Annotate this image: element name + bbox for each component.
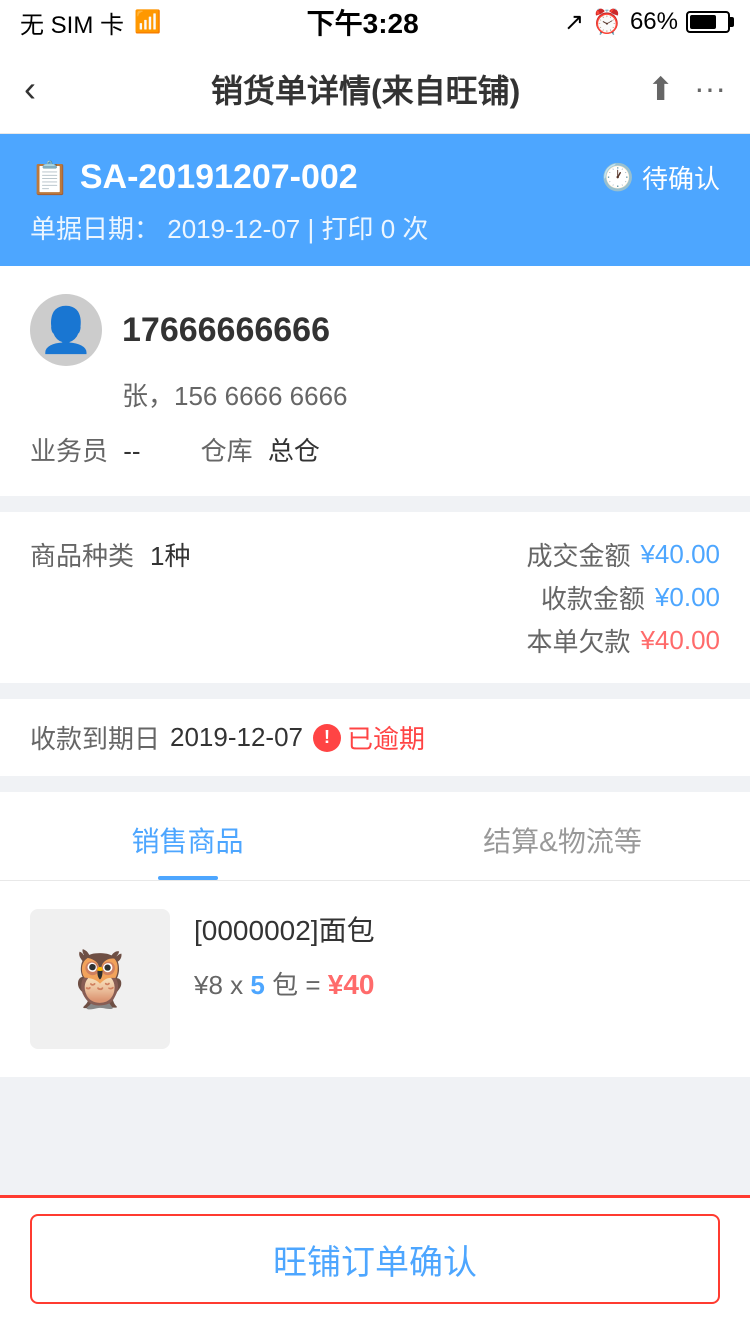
carrier-text: 无 SIM 卡 [20, 5, 124, 40]
customer-meta: 业务员 -- 仓库 总仓 [30, 431, 720, 468]
debt-label: 本单欠款 [526, 622, 630, 659]
header-date-row: 单据日期： 2019-12-07 | 打印 0 次 [30, 209, 720, 246]
confirm-button[interactable]: 旺铺订单确认 [30, 1214, 720, 1304]
order-id-row: 📋 SA-20191207-002 [30, 158, 358, 197]
product-item: 🦉 [0000002]面包 ¥8 x 5 包 = ¥40 [30, 909, 720, 1049]
status-text: 待确认 [642, 159, 720, 196]
tab-sales[interactable]: 销售商品 [0, 792, 375, 880]
print-count: 0 [381, 214, 395, 244]
status-time: 下午3:28 [307, 2, 419, 42]
status-badge: 🕐 待确认 [602, 159, 720, 196]
battery-percent: 66% [630, 8, 678, 36]
received-value: ¥0.00 [655, 582, 720, 613]
print-label: 打印 [321, 214, 373, 244]
amount-row: 成交金额 ¥40.00 [526, 536, 720, 573]
share-icon[interactable]: ⬆ [647, 70, 674, 108]
page-title: 销货单详情(来自旺铺) [211, 66, 520, 112]
date-label: 单据日期： [30, 214, 160, 244]
unit-price: ¥8 [194, 970, 223, 1000]
wifi-icon: 📶 [134, 9, 161, 35]
bottom-bar: 旺铺订单确认 [0, 1195, 750, 1334]
confirm-button-label: 旺铺订单确认 [273, 1235, 477, 1284]
nav-bar: ‹ 销货单详情(来自旺铺) ⬆ ··· [0, 44, 750, 134]
header-card: 📋 SA-20191207-002 🕐 待确认 单据日期： 2019-12-07… [0, 134, 750, 266]
received-row: 收款金额 ¥0.00 [541, 579, 720, 616]
equals: = [305, 970, 327, 1000]
customer-phone[interactable]: 17666666666 [122, 311, 330, 350]
tabs-row: 销售商品 结算&物流等 [0, 792, 750, 881]
amount-value: ¥40.00 [640, 539, 720, 570]
clock-icon: 🕐 [602, 162, 634, 193]
tab-settlement-label: 结算&物流等 [483, 826, 642, 857]
tabs-section: 销售商品 结算&物流等 [0, 792, 750, 881]
tab-settlement[interactable]: 结算&物流等 [375, 792, 750, 880]
product-section: 🦉 [0000002]面包 ¥8 x 5 包 = ¥40 [0, 881, 750, 1077]
product-image-icon: 🦉 [65, 946, 135, 1012]
battery-icon [686, 11, 730, 33]
sales-value: -- [123, 436, 140, 466]
received-label: 收款金额 [541, 579, 645, 616]
amount-label: 成交金额 [526, 536, 630, 573]
product-price-row: ¥8 x 5 包 = ¥40 [194, 965, 720, 1002]
due-section: 收款到期日 2019-12-07 ! 已逾期 [0, 699, 750, 776]
order-icon: 📋 [30, 159, 70, 197]
price-x: x [230, 970, 250, 1000]
back-button[interactable]: ‹ [24, 68, 84, 110]
order-id: SA-20191207-002 [80, 158, 358, 197]
overdue-text: 已逾期 [347, 719, 425, 756]
customer-name-row: 张，156 6666 6666 [122, 376, 720, 413]
product-type-value: 1种 [150, 536, 190, 573]
sales-label: 业务员 [30, 436, 108, 466]
more-icon[interactable]: ··· [694, 70, 726, 107]
product-image: 🦉 [30, 909, 170, 1049]
warehouse-value: 总仓 [268, 436, 320, 466]
sales-meta: 业务员 -- [30, 431, 141, 468]
debt-row: 本单欠款 ¥40.00 [526, 622, 720, 659]
nav-actions: ⬆ ··· [647, 70, 726, 108]
overdue-badge: ! 已逾期 [313, 719, 425, 756]
overdue-dot: ! [313, 724, 341, 752]
status-carrier: 无 SIM 卡 📶 [20, 5, 161, 40]
alarm-icon: ⏰ [592, 8, 622, 37]
warehouse-meta: 仓库 总仓 [201, 431, 320, 468]
status-right: ↗ ⏰ 66% [564, 8, 730, 37]
total-price: ¥40 [328, 969, 375, 1000]
amount-block: 成交金额 ¥40.00 收款金额 ¥0.00 本单欠款 ¥40.00 [526, 536, 720, 659]
unit: 包 [272, 970, 298, 1000]
header-top: 📋 SA-20191207-002 🕐 待确认 [30, 158, 720, 197]
avatar-icon: 👤 [39, 304, 94, 356]
tab-sales-label: 销售商品 [131, 826, 243, 857]
customer-row: 👤 17666666666 [30, 294, 720, 366]
status-bar: 无 SIM 卡 📶 下午3:28 ↗ ⏰ 66% [0, 0, 750, 44]
due-label: 收款到期日 [30, 719, 160, 756]
debt-value: ¥40.00 [640, 625, 720, 656]
product-type-block: 商品种类 1种 [30, 536, 190, 573]
product-info: [0000002]面包 ¥8 x 5 包 = ¥40 [194, 909, 720, 1002]
customer-section: 👤 17666666666 张，156 6666 6666 业务员 -- 仓库 … [0, 266, 750, 496]
order-date: 2019-12-07 [167, 214, 300, 244]
print-unit: 次 [402, 214, 428, 244]
stats-section: 商品种类 1种 成交金额 ¥40.00 收款金额 ¥0.00 本单欠款 ¥40.… [0, 512, 750, 683]
location-icon: ↗ [564, 8, 584, 37]
due-date: 2019-12-07 [170, 722, 303, 753]
product-type-label: 商品种类 [30, 536, 134, 573]
overdue-icon: ! [324, 727, 330, 748]
quantity: 5 [250, 970, 264, 1000]
separator: | [307, 214, 321, 244]
avatar: 👤 [30, 294, 102, 366]
product-name: [0000002]面包 [194, 909, 720, 949]
warehouse-label: 仓库 [201, 436, 253, 466]
